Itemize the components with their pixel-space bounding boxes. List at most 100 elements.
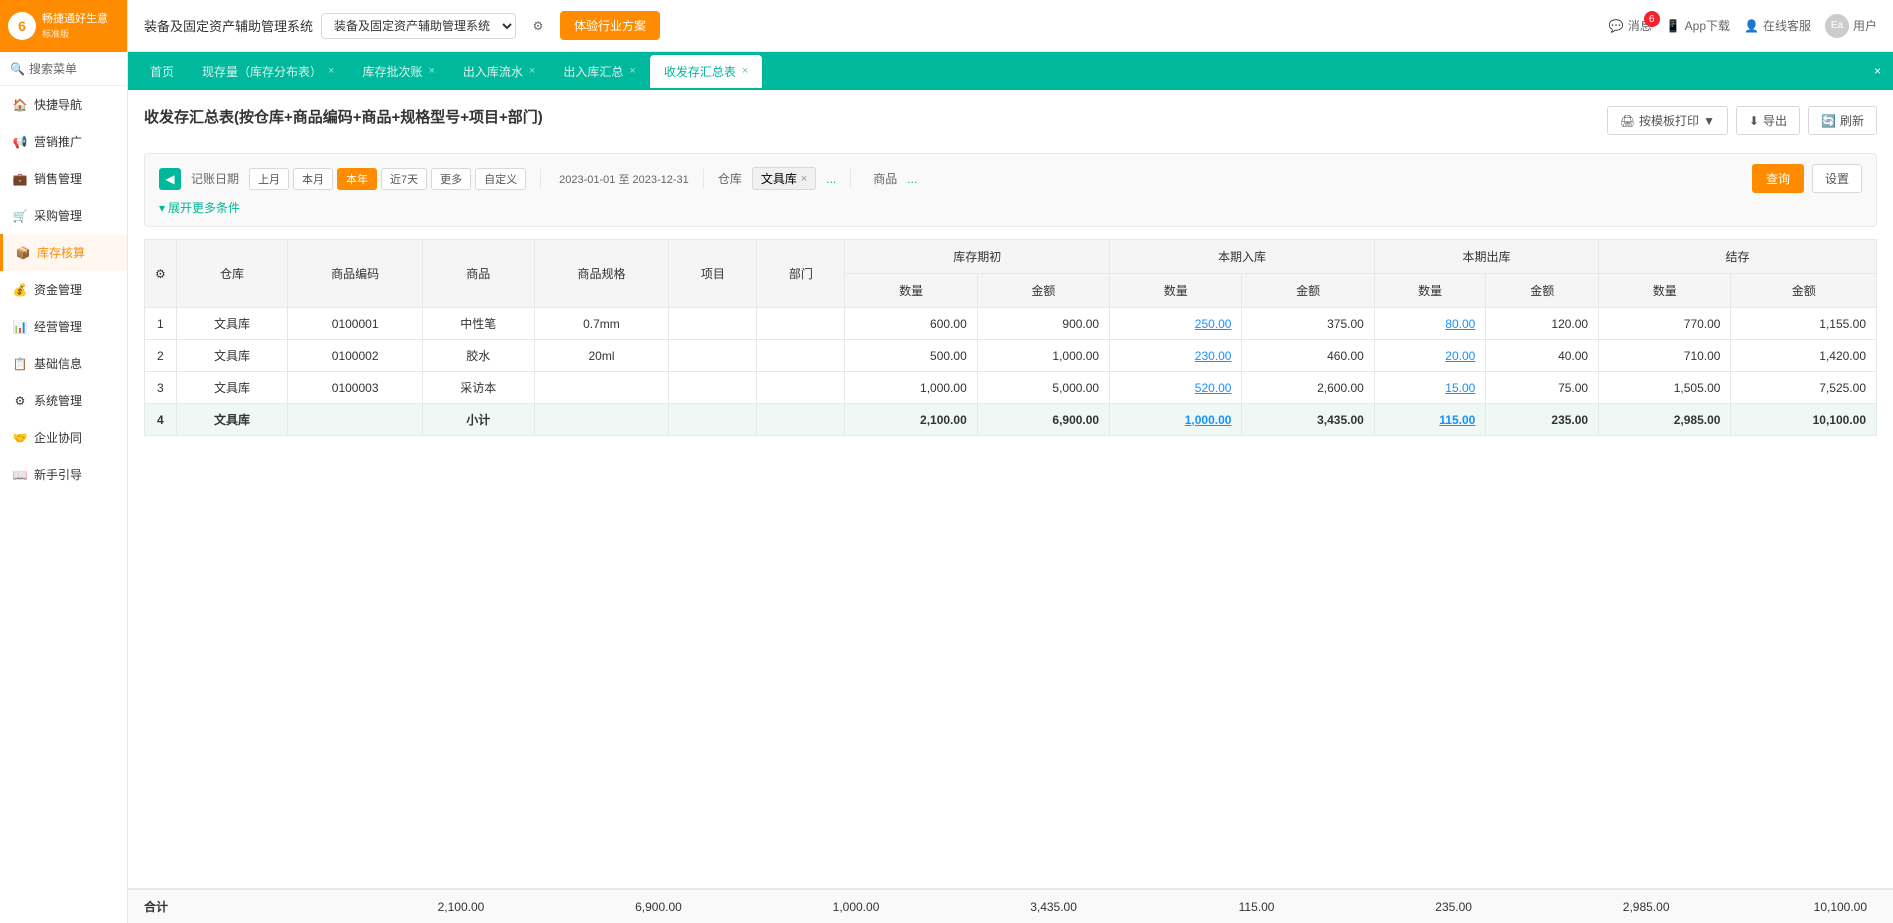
footer-open-amt-val: 6,900.00 [494, 900, 692, 914]
sidebar-item-operation[interactable]: 📊 经营管理 [0, 308, 127, 345]
tab-close-icon[interactable]: × [328, 65, 334, 77]
tabbar-close-all[interactable]: × [1870, 60, 1885, 82]
sidebar-item-label: 快捷导航 [34, 96, 82, 113]
system-select[interactable]: 装备及固定资产辅助管理系统 [321, 13, 516, 39]
sidebar-item-finance[interactable]: 💰 资金管理 [0, 271, 127, 308]
tab-batch[interactable]: 库存批次账 × [348, 55, 448, 88]
date-btn-7days[interactable]: 近7天 [381, 168, 427, 190]
th-settings: ⚙ [145, 240, 177, 308]
message-icon: 💬 [1609, 19, 1624, 33]
tab-close-icon[interactable]: × [428, 65, 434, 77]
th-out-amt: 金额 [1486, 274, 1599, 308]
table-cell: 75.00 [1486, 372, 1599, 404]
sidebar-item-purchase[interactable]: 🛒 采购管理 [0, 197, 127, 234]
table-cell[interactable]: 80.00 [1374, 308, 1486, 340]
table-cell[interactable]: 250.00 [1110, 308, 1242, 340]
warehouse-more-btn[interactable]: ... [826, 172, 836, 186]
sidebar-item-inventory[interactable]: 📦 库存核算 [0, 234, 127, 271]
th-period-opening: 库存期初 [845, 240, 1110, 274]
query-btn[interactable]: 查询 [1752, 164, 1804, 193]
logo-icon: 6 [8, 12, 36, 40]
table-cell[interactable]: 520.00 [1110, 372, 1242, 404]
th-warehouse: 仓库 [176, 240, 287, 308]
sidebar-item-sales[interactable]: 💼 销售管理 [0, 160, 127, 197]
data-table: ⚙ 仓库 商品编码 商品 商品规格 项目 部门 库存期初 本期入库 本期出库 结… [144, 239, 1877, 436]
filter-settings-btn[interactable]: 设置 [1812, 164, 1862, 193]
tab-inout-summary[interactable]: 出入库汇总 × [549, 55, 649, 88]
table-cell: 375.00 [1242, 308, 1374, 340]
tab-inventory-distribution[interactable]: 现存量（库存分布表） × [188, 55, 348, 88]
warehouse-tag-close[interactable]: × [801, 173, 807, 185]
tab-close-icon[interactable]: × [742, 65, 748, 77]
tab-receipt-summary[interactable]: 收发存汇总表 × [650, 55, 762, 88]
sidebar-item-cooperation[interactable]: 🤝 企业协同 [0, 419, 127, 456]
th-goods-name: 商品 [423, 240, 534, 308]
page-content: 收发存汇总表(按仓库+商品编码+商品+规格型号+项目+部门) 🖨 按模板打印 ▼… [128, 90, 1893, 888]
chevron-down-icon: ▼ [1703, 114, 1715, 128]
purchase-icon: 🛒 [12, 208, 28, 224]
app-name: 畅捷通好生意 [42, 12, 108, 26]
table-cell[interactable]: 115.00 [1374, 404, 1486, 436]
table-cell: 20ml [534, 340, 669, 372]
filter-divider [540, 169, 541, 189]
th-in-qty: 数量 [1110, 274, 1242, 308]
expand-icon: ▾ [159, 201, 165, 215]
filter-row-1: ◀ 记账日期 上月 本月 本年 近7天 更多 自定义 2023-01-01 至 … [159, 164, 1862, 193]
footer-open-qty [188, 900, 297, 914]
footer-open-qty-val: 2,100.00 [297, 900, 495, 914]
sidebar-item-guide[interactable]: 📖 新手引导 [0, 456, 127, 493]
message-item[interactable]: 💬 消息 6 [1609, 17, 1652, 34]
footer-bal-amt-val: 10,100.00 [1680, 900, 1878, 914]
expand-conditions-btn[interactable]: ▾ 展开更多条件 [159, 199, 1862, 216]
app-download-item[interactable]: 📱 App下载 [1666, 17, 1730, 34]
date-filters: 上月 本月 本年 近7天 更多 自定义 [249, 168, 526, 190]
th-project: 项目 [669, 240, 757, 308]
sidebar-item-marketing[interactable]: 📢 营销推广 [0, 123, 127, 160]
sidebar-item-system[interactable]: ⚙ 系统管理 [0, 382, 127, 419]
th-in-amt: 金额 [1242, 274, 1374, 308]
date-btn-custom[interactable]: 自定义 [475, 168, 526, 190]
trial-btn[interactable]: 体验行业方案 [560, 11, 660, 40]
footer-bal-qty-val: 2,985.00 [1482, 900, 1680, 914]
user-item[interactable]: Ea 用户 [1825, 14, 1877, 38]
tab-inout-flow[interactable]: 出入库流水 × [449, 55, 549, 88]
tab-close-icon[interactable]: × [529, 65, 535, 77]
sidebar-item-basic[interactable]: 📋 基础信息 [0, 345, 127, 382]
table-row: 1文具库0100001中性笔0.7mm600.00900.00250.00375… [145, 308, 1877, 340]
sidebar-item-label: 经营管理 [34, 318, 82, 335]
refresh-btn[interactable]: 🔄 刷新 [1808, 106, 1877, 135]
sidebar-item-home[interactable]: 🏠 快捷导航 [0, 86, 127, 123]
basic-icon: 📋 [12, 356, 28, 372]
system-title: 装备及固定资产辅助管理系统 [144, 16, 313, 35]
tab-close-icon[interactable]: × [629, 65, 635, 77]
table-cell[interactable]: 1,000.00 [1110, 404, 1242, 436]
search-menu[interactable]: 🔍 搜索菜单 [0, 52, 127, 86]
filter-collapse-btn[interactable]: ◀ [159, 168, 181, 190]
tab-label: 首页 [150, 63, 174, 80]
settings-gear-icon[interactable]: ⚙ [524, 12, 552, 40]
sidebar-item-label: 基础信息 [34, 355, 82, 372]
table-cell: 4 [145, 404, 177, 436]
sidebar: 6 畅捷通好生意 标准版 🔍 搜索菜单 🏠 快捷导航 📢 营销推广 💼 销售管理… [0, 0, 128, 923]
table-cell: 235.00 [1486, 404, 1599, 436]
export-btn[interactable]: ⬇ 导出 [1736, 106, 1800, 135]
table-cell[interactable]: 15.00 [1374, 372, 1486, 404]
date-btn-more[interactable]: 更多 [431, 168, 471, 190]
table-cell [534, 372, 669, 404]
app-download-label: App下载 [1685, 17, 1730, 34]
date-btn-cur-month[interactable]: 本月 [293, 168, 333, 190]
table-cell: 710.00 [1599, 340, 1731, 372]
online-service-item[interactable]: 👤 在线客服 [1744, 17, 1811, 34]
th-balance: 结存 [1599, 240, 1877, 274]
table-cell[interactable]: 230.00 [1110, 340, 1242, 372]
phone-icon: 📱 [1666, 19, 1681, 33]
table-cell[interactable]: 20.00 [1374, 340, 1486, 372]
tab-home[interactable]: 首页 [136, 55, 188, 88]
date-btn-cur-year[interactable]: 本年 [337, 168, 377, 190]
guide-icon: 📖 [12, 467, 28, 483]
goods-more-btn[interactable]: ... [907, 172, 917, 186]
table-cell: 2,600.00 [1242, 372, 1374, 404]
print-btn[interactable]: 🖨 按模板打印 ▼ [1607, 106, 1728, 135]
table-cell: 40.00 [1486, 340, 1599, 372]
date-btn-prev-month[interactable]: 上月 [249, 168, 289, 190]
